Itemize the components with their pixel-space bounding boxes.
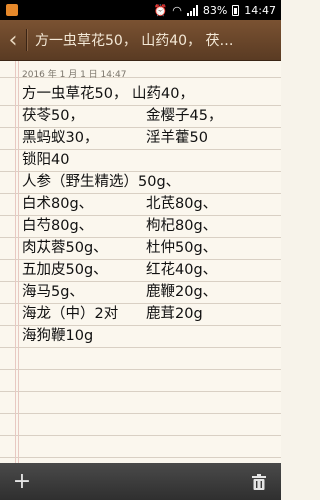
note-title: 方一虫草花50， 山药40， 茯… (35, 33, 234, 49)
trash-icon (252, 473, 266, 490)
note-line-text: 白术80g、 (22, 196, 94, 212)
add-note-button[interactable]: + (0, 463, 44, 500)
bottom-toolbar: + (0, 463, 281, 500)
status-bar: ⏰ ◠ 83% 14:47 (0, 0, 281, 20)
note-line: 黑蚂蚁30， 淫羊藿50 (22, 127, 276, 149)
note-line: 茯苓50， 金樱子45， (22, 105, 276, 127)
plus-icon: + (12, 468, 32, 494)
note-line: 肉苁蓉50g、 杜仲50g、 (22, 237, 276, 259)
note-line-text: 方一虫草花50， 山药40， (22, 86, 195, 102)
note-line-text: 枸杞80g、 (146, 218, 218, 234)
note-line: 海马5g、 鹿鞭20g、 (22, 281, 276, 303)
note-line-text: 人参（野生精选）50g、 (22, 174, 181, 190)
battery-icon (232, 4, 240, 16)
note-line-text: 海龙（中）2对 (22, 306, 119, 322)
note-timestamp: 2016 年 1 月 1 日 14:47 (22, 70, 127, 80)
note-line-text: 鹿鞭20g、 (146, 284, 218, 300)
note-line: 白芍80g、 枸杞80g、 (22, 215, 276, 237)
note-line-text: 淫羊藿50 (146, 130, 208, 146)
note-line-text: 肉苁蓉50g、 (22, 240, 108, 256)
note-line-text: 杜仲50g、 (146, 240, 218, 256)
battery-percent: 83% (202, 3, 228, 17)
note-line-text: 海马5g、 (22, 284, 84, 300)
note-line-text: 北芪80g、 (146, 196, 218, 212)
note-line: 人参（野生精选）50g、 (22, 171, 276, 193)
header-divider (26, 29, 27, 51)
note-line: 五加皮50g、 红花40g、 (22, 259, 276, 281)
note-header: ‹ 方一虫草花50， 山药40， 茯… (0, 20, 281, 61)
signal-icon (186, 4, 198, 16)
note-line-text: 鹿茸20g (146, 306, 203, 322)
clock: 14:47 (244, 3, 276, 17)
margin-line (15, 61, 16, 463)
note-line: 白术80g、 北芪80g、 (22, 193, 276, 215)
note-line-text: 五加皮50g、 (22, 262, 108, 278)
note-body[interactable]: 2016 年 1 月 1 日 14:47 方一虫草花50， 山药40， 茯苓50… (0, 61, 281, 463)
note-line-text: 红花40g、 (146, 262, 218, 278)
note-line: 海狗鞭10g (22, 325, 276, 347)
note-line-text: 海狗鞭10g (22, 328, 94, 344)
note-line-text: 金樱子45， (146, 108, 223, 124)
delete-note-button[interactable] (237, 463, 281, 500)
back-button[interactable]: ‹ (0, 20, 26, 60)
note-line-text: 茯苓50， (22, 108, 84, 124)
note-line-text: 黑蚂蚁30， (22, 130, 99, 146)
note-line: 锁阳40 (22, 149, 276, 171)
note-text[interactable]: 方一虫草花50， 山药40， 茯苓50， 金樱子45， 黑蚂蚁30， 淫羊藿50 锁… (22, 83, 276, 347)
app-notification-icon (6, 4, 18, 16)
note-line: 方一虫草花50， 山药40， (22, 83, 276, 105)
note-line-text: 锁阳40 (22, 152, 70, 168)
wifi-icon: ◠ (172, 3, 182, 17)
alarm-icon: ⏰ (153, 3, 168, 17)
note-line-text: 白芍80g、 (22, 218, 94, 234)
margin-line (18, 61, 19, 463)
note-line: 海龙（中）2对 鹿茸20g (22, 303, 276, 325)
chevron-left-icon: ‹ (8, 27, 18, 53)
